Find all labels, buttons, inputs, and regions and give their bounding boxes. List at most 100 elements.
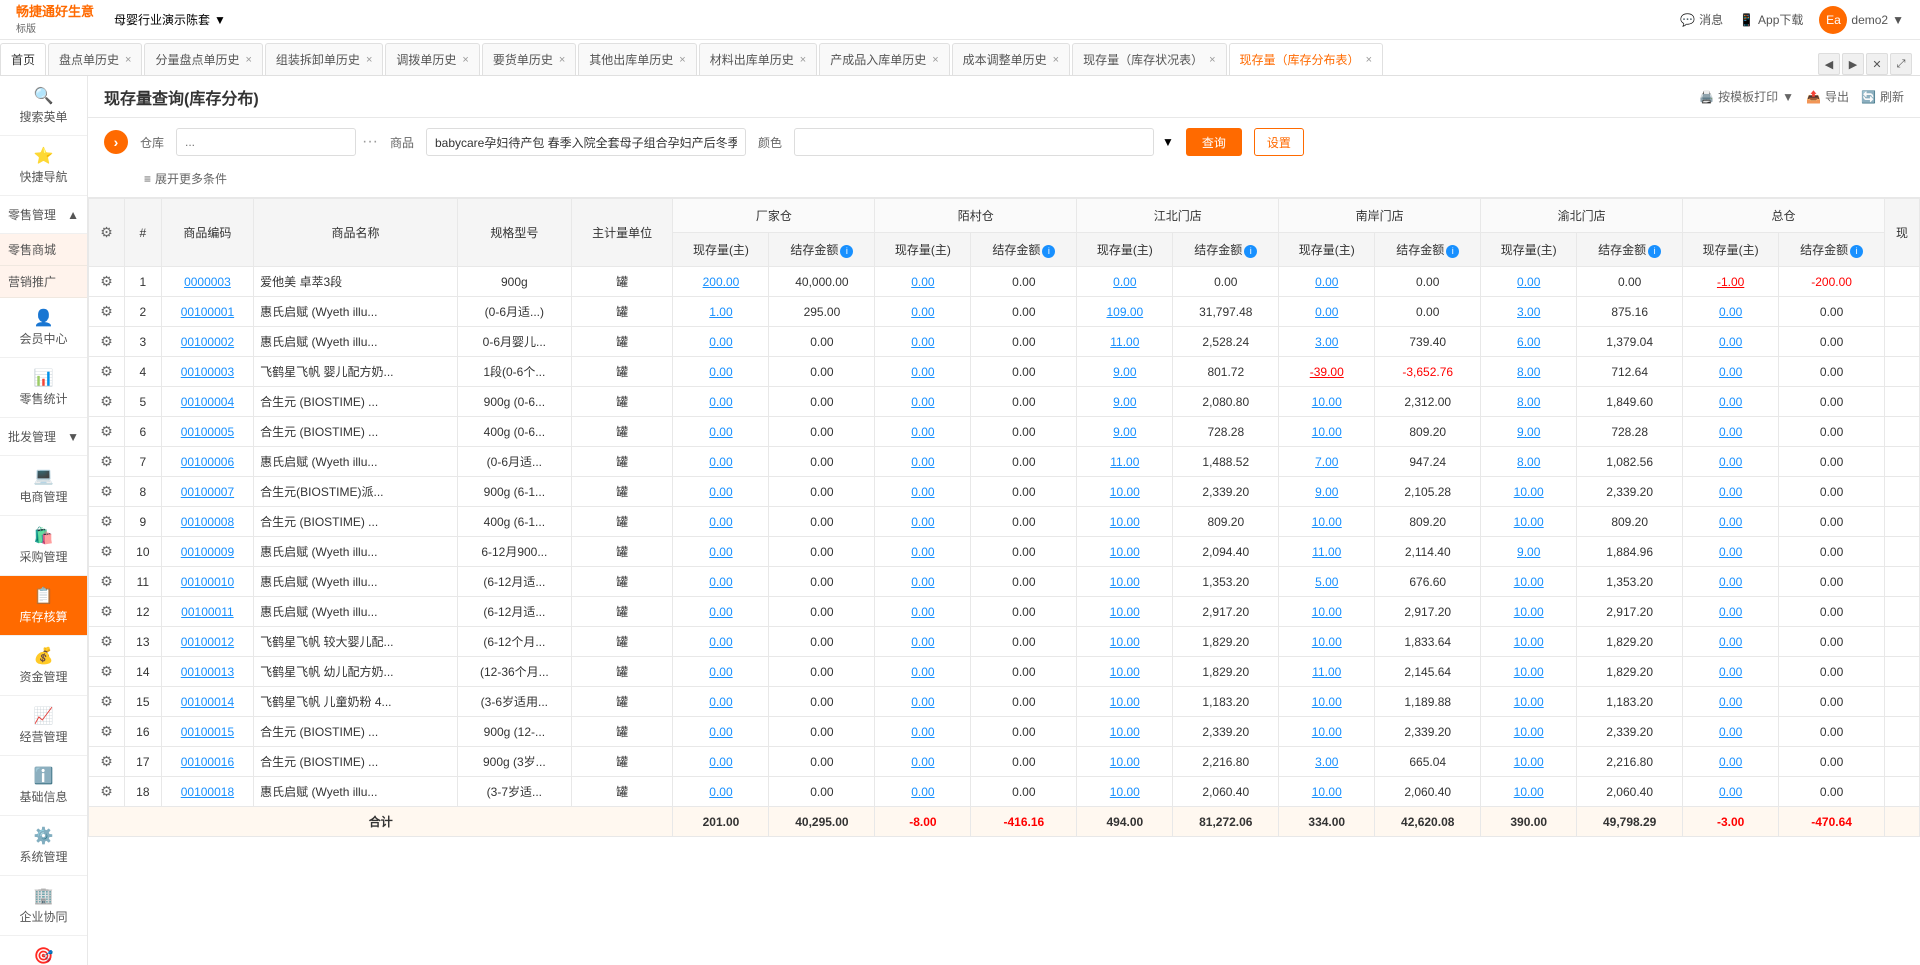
row-fj-qty[interactable]: 0.00 [673,537,769,567]
row-code[interactable]: 00100014 [161,687,253,717]
row-total-qty[interactable]: -1.00 [1683,267,1779,297]
row-code[interactable]: 00100016 [161,747,253,777]
row-yb-qty[interactable]: 0.00 [1481,267,1577,297]
row-yb-qty[interactable]: 10.00 [1481,477,1577,507]
jb-amt-info[interactable]: i [1244,245,1257,258]
row-total-qty[interactable]: 0.00 [1683,777,1779,807]
refresh-btn[interactable]: 🔄 刷新 [1861,88,1904,105]
row-na-qty[interactable]: 11.00 [1279,537,1375,567]
row-mc-qty[interactable]: 0.00 [875,477,971,507]
row-na-qty[interactable]: -39.00 [1279,357,1375,387]
row-gear[interactable]: ⚙ [89,327,125,357]
tab-maximize-btn[interactable]: ⤢ [1890,53,1912,75]
row-total-qty[interactable]: 0.00 [1683,507,1779,537]
row-yb-qty[interactable]: 10.00 [1481,747,1577,777]
row-na-qty[interactable]: 10.00 [1279,627,1375,657]
row-fj-qty[interactable]: 0.00 [673,447,769,477]
row-gear[interactable]: ⚙ [89,567,125,597]
row-gear[interactable]: ⚙ [89,747,125,777]
row-na-qty[interactable]: 9.00 [1279,477,1375,507]
tab-4[interactable]: 调拨单历史 × [385,43,479,75]
tab-close-5[interactable]: × [559,54,565,66]
row-total-qty[interactable]: 0.00 [1683,477,1779,507]
tab-11[interactable]: 现存量（库存分布表） × [1229,43,1383,75]
row-mc-qty[interactable]: 0.00 [875,447,971,477]
row-total-qty[interactable]: 0.00 [1683,717,1779,747]
mc-amt-info[interactable]: i [1042,245,1055,258]
row-jb-qty[interactable]: 10.00 [1077,567,1173,597]
row-na-qty[interactable]: 10.00 [1279,417,1375,447]
row-gear[interactable]: ⚙ [89,477,125,507]
row-jb-qty[interactable]: 10.00 [1077,777,1173,807]
sidebar-item-operations[interactable]: 📈 经营管理 [0,696,87,756]
sidebar-item-retail-stats[interactable]: 📊 零售统计 [0,358,87,418]
sidebar-item-basicinfo[interactable]: ℹ️ 基础信息 [0,756,87,816]
tab-close-7[interactable]: × [800,54,806,66]
row-gear[interactable]: ⚙ [89,777,125,807]
row-na-qty[interactable]: 0.00 [1279,297,1375,327]
row-yb-qty[interactable]: 8.00 [1481,447,1577,477]
warehouse-dots[interactable]: ··· [362,133,378,151]
row-gear[interactable]: ⚙ [89,717,125,747]
tab-close-1[interactable]: × [125,54,131,66]
row-yb-qty[interactable]: 10.00 [1481,627,1577,657]
tab-close-11[interactable]: × [1366,54,1372,66]
row-mc-qty[interactable]: 0.00 [875,657,971,687]
tab-close-6[interactable]: × [679,54,685,66]
row-gear-icon[interactable]: ⚙ [100,453,113,469]
setting-btn[interactable]: 设置 [1254,128,1304,156]
sidebar-item-guide[interactable]: 🎯 新手引导 [0,936,87,965]
row-yb-qty[interactable]: 9.00 [1481,417,1577,447]
row-code[interactable]: 00100003 [161,357,253,387]
row-yb-qty[interactable]: 8.00 [1481,357,1577,387]
row-fj-qty[interactable]: 1.00 [673,297,769,327]
row-na-qty[interactable]: 10.00 [1279,777,1375,807]
row-code[interactable]: 00100006 [161,447,253,477]
row-gear-icon[interactable]: ⚙ [100,513,113,529]
row-yb-qty[interactable]: 10.00 [1481,657,1577,687]
row-gear[interactable]: ⚙ [89,687,125,717]
row-na-qty[interactable]: 10.00 [1279,387,1375,417]
row-fj-qty[interactable]: 0.00 [673,387,769,417]
tab-10[interactable]: 现存量（库存状况表） × [1072,43,1226,75]
row-mc-qty[interactable]: 0.00 [875,567,971,597]
expand-more-btn[interactable]: ≡ 展开更多条件 [144,170,227,187]
tab-1[interactable]: 盘点单历史 × [48,43,142,75]
row-yb-qty[interactable]: 10.00 [1481,567,1577,597]
row-code[interactable]: 00100012 [161,627,253,657]
row-total-qty[interactable]: 0.00 [1683,567,1779,597]
tab-close-2[interactable]: × [245,54,251,66]
row-mc-qty[interactable]: 0.00 [875,267,971,297]
row-yb-qty[interactable]: 10.00 [1481,687,1577,717]
row-fj-qty[interactable]: 0.00 [673,777,769,807]
sidebar-sub-marketing[interactable]: 营销推广 [0,266,87,298]
row-gear-icon[interactable]: ⚙ [100,633,113,649]
row-fj-qty[interactable]: 0.00 [673,507,769,537]
app-download-btn[interactable]: 📱 App下载 [1739,11,1803,28]
row-code[interactable]: 0000003 [161,267,253,297]
row-gear-icon[interactable]: ⚙ [100,693,113,709]
row-na-qty[interactable]: 10.00 [1279,687,1375,717]
row-total-qty[interactable]: 0.00 [1683,327,1779,357]
row-yb-qty[interactable]: 6.00 [1481,327,1577,357]
gear-icon[interactable]: ⚙ [100,224,113,240]
tab-close-all-btn[interactable]: ✕ [1866,53,1888,75]
row-fj-qty[interactable]: 0.00 [673,327,769,357]
row-mc-qty[interactable]: 0.00 [875,627,971,657]
row-gear-icon[interactable]: ⚙ [100,333,113,349]
row-jb-qty[interactable]: 10.00 [1077,747,1173,777]
row-mc-qty[interactable]: 0.00 [875,327,971,357]
row-fj-qty[interactable]: 0.00 [673,657,769,687]
row-gear-icon[interactable]: ⚙ [100,273,113,289]
row-jb-qty[interactable]: 109.00 [1077,297,1173,327]
row-gear-icon[interactable]: ⚙ [100,753,113,769]
tab-close-8[interactable]: × [932,54,938,66]
row-na-qty[interactable]: 10.00 [1279,507,1375,537]
row-total-qty[interactable]: 0.00 [1683,387,1779,417]
row-total-qty[interactable]: 0.00 [1683,747,1779,777]
row-gear[interactable]: ⚙ [89,417,125,447]
row-jb-qty[interactable]: 10.00 [1077,657,1173,687]
row-total-qty[interactable]: 0.00 [1683,627,1779,657]
row-mc-qty[interactable]: 0.00 [875,507,971,537]
row-yb-qty[interactable]: 3.00 [1481,297,1577,327]
